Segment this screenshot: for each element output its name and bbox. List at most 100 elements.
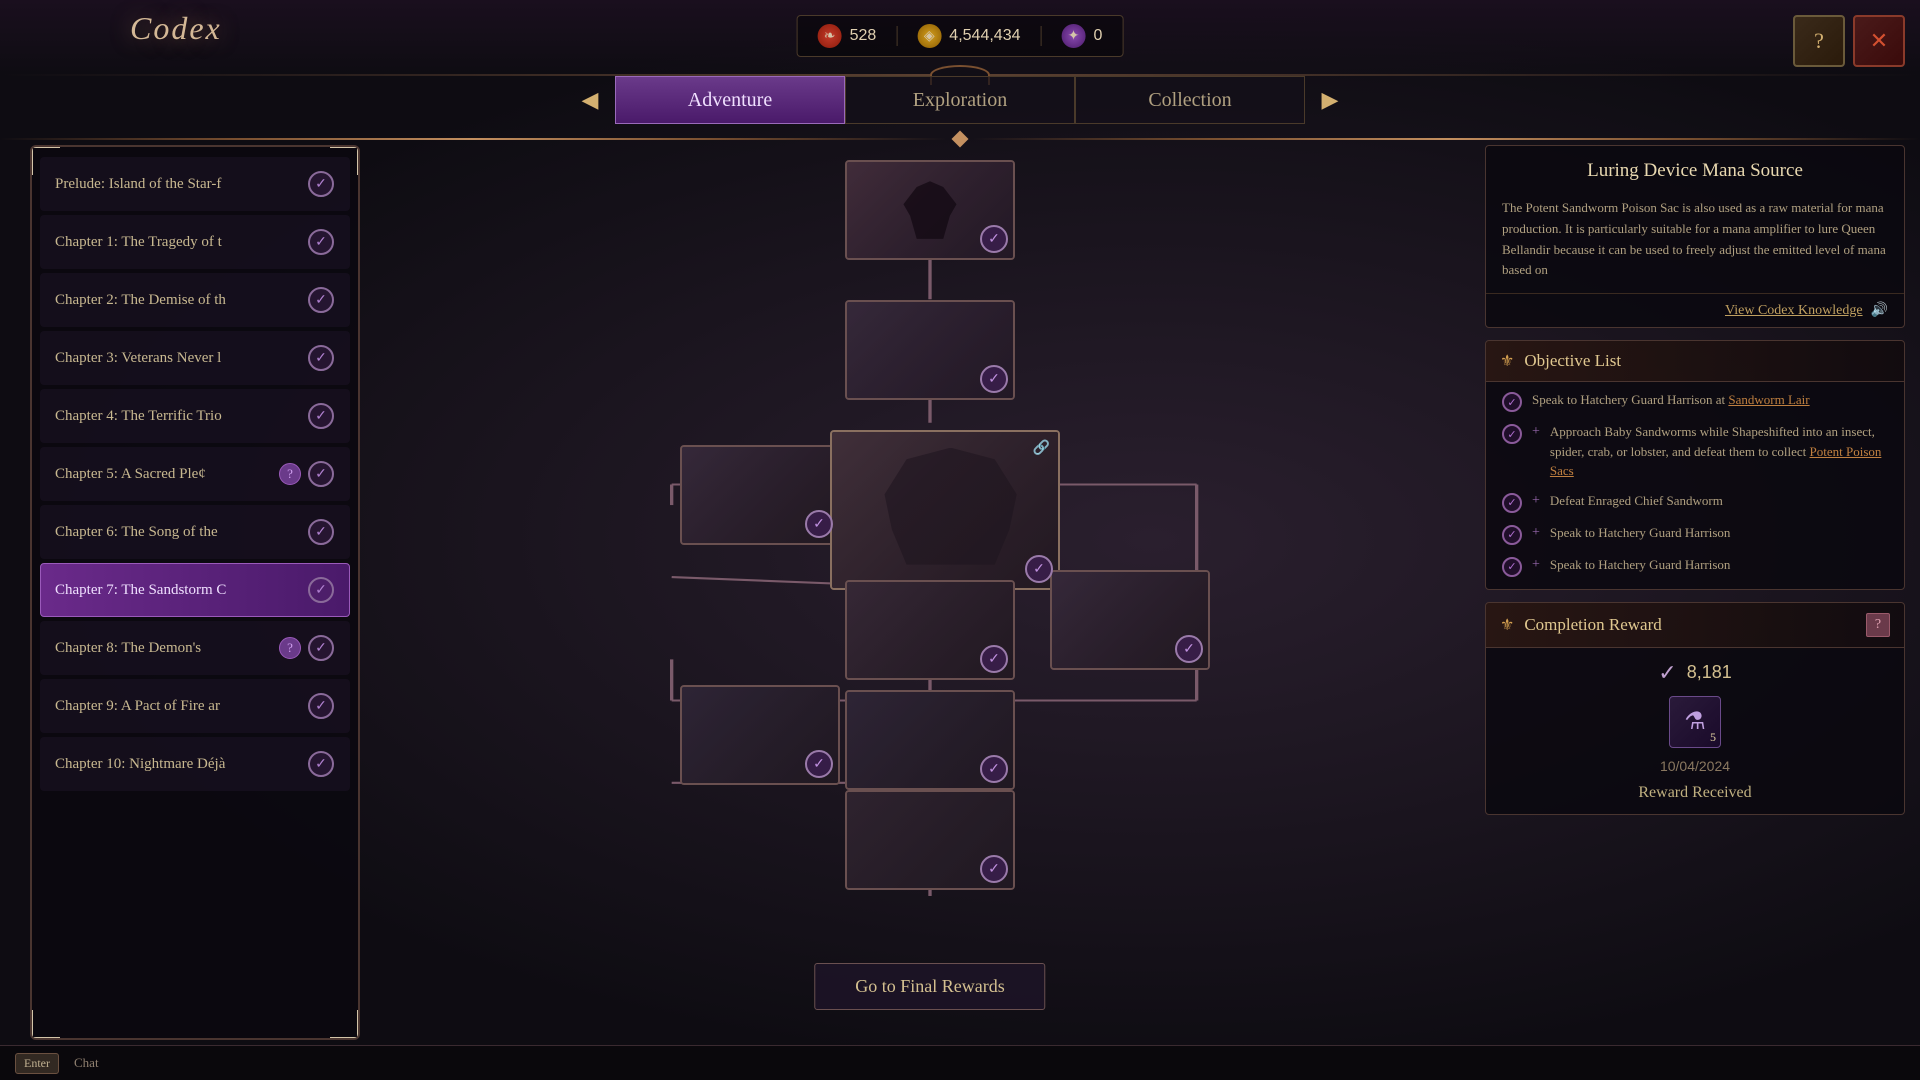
obj-text-0: Speak to Hatchery Guard Harrison at Sand…	[1532, 390, 1810, 410]
node-check-7: ✓	[805, 750, 833, 778]
nav-arrow-right[interactable]: ▶	[1305, 75, 1355, 125]
chapter-item-6[interactable]: Chapter 6: The Song of the	[40, 505, 350, 559]
completion-question-button[interactable]: ?	[1866, 613, 1890, 637]
sidebar-inner: Prelude: Island of the Star-f Chapter 1:…	[32, 147, 358, 1038]
obj-link-poison[interactable]: Potent Poison Sacs	[1550, 444, 1881, 479]
currency-value-purple: 0	[1093, 27, 1102, 45]
objective-item-3: + Speak to Hatchery Guard Harrison	[1502, 523, 1888, 545]
chapter-check-10	[307, 750, 335, 778]
node-check-circle-2: ✓	[980, 365, 1008, 393]
check-circle-8	[308, 635, 334, 661]
chapter-item-1[interactable]: Chapter 1: The Tragedy of t	[40, 215, 350, 269]
ornament-line-right	[974, 138, 1920, 140]
obj-check-2	[1502, 493, 1522, 513]
chapter-check-8	[307, 634, 335, 662]
final-rewards-button[interactable]: Go to Final Rewards	[814, 963, 1045, 1010]
node-check-circle-8: ✓	[980, 755, 1008, 783]
tree-node-8[interactable]: ✓	[845, 690, 1015, 790]
obj-plus-2: +	[1532, 493, 1540, 509]
sound-icon[interactable]: 🔊	[1871, 302, 1888, 319]
chapter-name-8: Chapter 8: The Demon's	[55, 640, 279, 657]
reward-number: 8,181	[1687, 662, 1732, 683]
tab-collection[interactable]: Collection	[1075, 76, 1305, 124]
currency-item-red: ❧ 528	[818, 24, 877, 48]
reward-received: Reward Received	[1638, 784, 1751, 802]
currency-value-gold: 4,544,434	[949, 27, 1020, 45]
reward-content: ✓ 8,181 ⚗ 10/04/2024 Reward Received	[1486, 648, 1904, 814]
ornament-divider	[0, 133, 1920, 145]
chapter-icons-10	[307, 750, 335, 778]
view-codex-knowledge-link[interactable]: View Codex Knowledge	[1725, 303, 1863, 319]
reward-check-row: ✓ 8,181	[1658, 660, 1731, 686]
chat-label: Chat	[74, 1055, 99, 1071]
tree-node-7[interactable]: ✓	[680, 685, 840, 785]
chapter-name-10: Chapter 10: Nightmare Déjà	[55, 756, 307, 773]
chapter-item-5[interactable]: Chapter 5: A Sacred Ple¢ ?	[40, 447, 350, 501]
completion-title-bar: ⚜ Completion Reward ?	[1486, 603, 1904, 648]
chapter-check-7	[307, 576, 335, 604]
currency-bar: ❧ 528 ◈ 4,544,434 ✦ 0	[797, 15, 1124, 57]
tree-node-2[interactable]: ✓	[845, 300, 1015, 400]
deco-corner-br	[330, 1010, 360, 1040]
chapter-item-2[interactable]: Chapter 2: The Demise of th	[40, 273, 350, 327]
chapter-icons-2	[307, 286, 335, 314]
currency-item-purple: ✦ 0	[1061, 24, 1102, 48]
obj-text-4: Speak to Hatchery Guard Harrison	[1550, 555, 1731, 575]
objective-item-1: + Approach Baby Sandworms while Shapeshi…	[1502, 422, 1888, 481]
completion-reward-title: Completion Reward	[1524, 615, 1856, 635]
check-circle-5	[308, 461, 334, 487]
right-panel: Luring Device Mana Source The Potent San…	[1485, 145, 1905, 1040]
chapter-tree: ✓ ✓ ✓	[380, 145, 1480, 1040]
chapter-icons-1	[307, 228, 335, 256]
main-container: Codex ❧ 528 ◈ 4,544,434 ✦ 0 ? ✕	[0, 0, 1920, 1080]
main-content: ✓ ✓ ✓	[380, 145, 1480, 1040]
knowledge-title: Luring Device Mana Source	[1486, 146, 1904, 190]
objective-section: ⚜ Objective List Speak to Hatchery Guard…	[1485, 340, 1905, 590]
chapter-item-0[interactable]: Prelude: Island of the Star-f	[40, 157, 350, 211]
chapter-name-1: Chapter 1: The Tragedy of t	[55, 234, 307, 251]
node-check-circle-7: ✓	[805, 750, 833, 778]
tree-node-6[interactable]: ✓	[845, 580, 1015, 680]
node-check-circle-1: ✓	[980, 225, 1008, 253]
chapter-item-7[interactable]: Chapter 7: The Sandstorm C	[40, 563, 350, 617]
obj-text-2: Defeat Enraged Chief Sandworm	[1550, 491, 1723, 511]
chapter-item-9[interactable]: Chapter 9: A Pact of Fire ar	[40, 679, 350, 733]
deco-corner-bl	[30, 1010, 60, 1040]
node-check-1: ✓	[980, 225, 1008, 253]
tab-exploration[interactable]: Exploration	[845, 76, 1075, 124]
objective-title-bar: ⚜ Objective List	[1486, 341, 1904, 382]
chapter-check-5	[307, 460, 335, 488]
tab-adventure[interactable]: Adventure	[615, 76, 845, 124]
obj-plus-1: +	[1532, 424, 1540, 440]
tree-node-3[interactable]: ✓	[680, 445, 840, 545]
tree-node-9[interactable]: ✓	[845, 790, 1015, 890]
chapter-check-2	[307, 286, 335, 314]
chapter-item-8[interactable]: Chapter 8: The Demon's ?	[40, 621, 350, 675]
currency-sep-1	[896, 26, 897, 46]
chapter-item-10[interactable]: Chapter 10: Nightmare Déjà	[40, 737, 350, 791]
check-circle-6	[308, 519, 334, 545]
check-circle-4	[308, 403, 334, 429]
deco-corner-tr	[330, 145, 360, 175]
check-circle-10	[308, 751, 334, 777]
sidebar: Prelude: Island of the Star-f Chapter 1:…	[30, 145, 360, 1040]
completion-section: ⚜ Completion Reward ? ✓ 8,181 ⚗ 10/04/20…	[1485, 602, 1905, 815]
chapter-item-3[interactable]: Chapter 3: Veterans Never l	[40, 331, 350, 385]
node-check-circle-9: ✓	[980, 855, 1008, 883]
currency-icon-gold: ◈	[917, 24, 941, 48]
tree-node-4[interactable]: 🔗 ✓	[830, 430, 1060, 590]
app-title: Codex	[130, 10, 222, 47]
obj-check-4	[1502, 557, 1522, 577]
question-badge-8: ?	[279, 637, 301, 659]
chapter-name-3: Chapter 3: Veterans Never l	[55, 350, 307, 367]
chapter-item-4[interactable]: Chapter 4: The Terrific Trio	[40, 389, 350, 443]
chapter-check-6	[307, 518, 335, 546]
objective-list-title: Objective List	[1524, 351, 1890, 371]
chapter-check-3	[307, 344, 335, 372]
nav-arrow-left[interactable]: ◀	[565, 75, 615, 125]
chapter-name-0: Prelude: Island of the Star-f	[55, 176, 307, 193]
node-check-circle-4: ✓	[1025, 555, 1053, 583]
tree-node-5[interactable]: ✓	[1050, 570, 1210, 670]
obj-link-sandworm[interactable]: Sandworm Lair	[1728, 392, 1809, 407]
tree-node-1[interactable]: ✓	[845, 160, 1015, 260]
